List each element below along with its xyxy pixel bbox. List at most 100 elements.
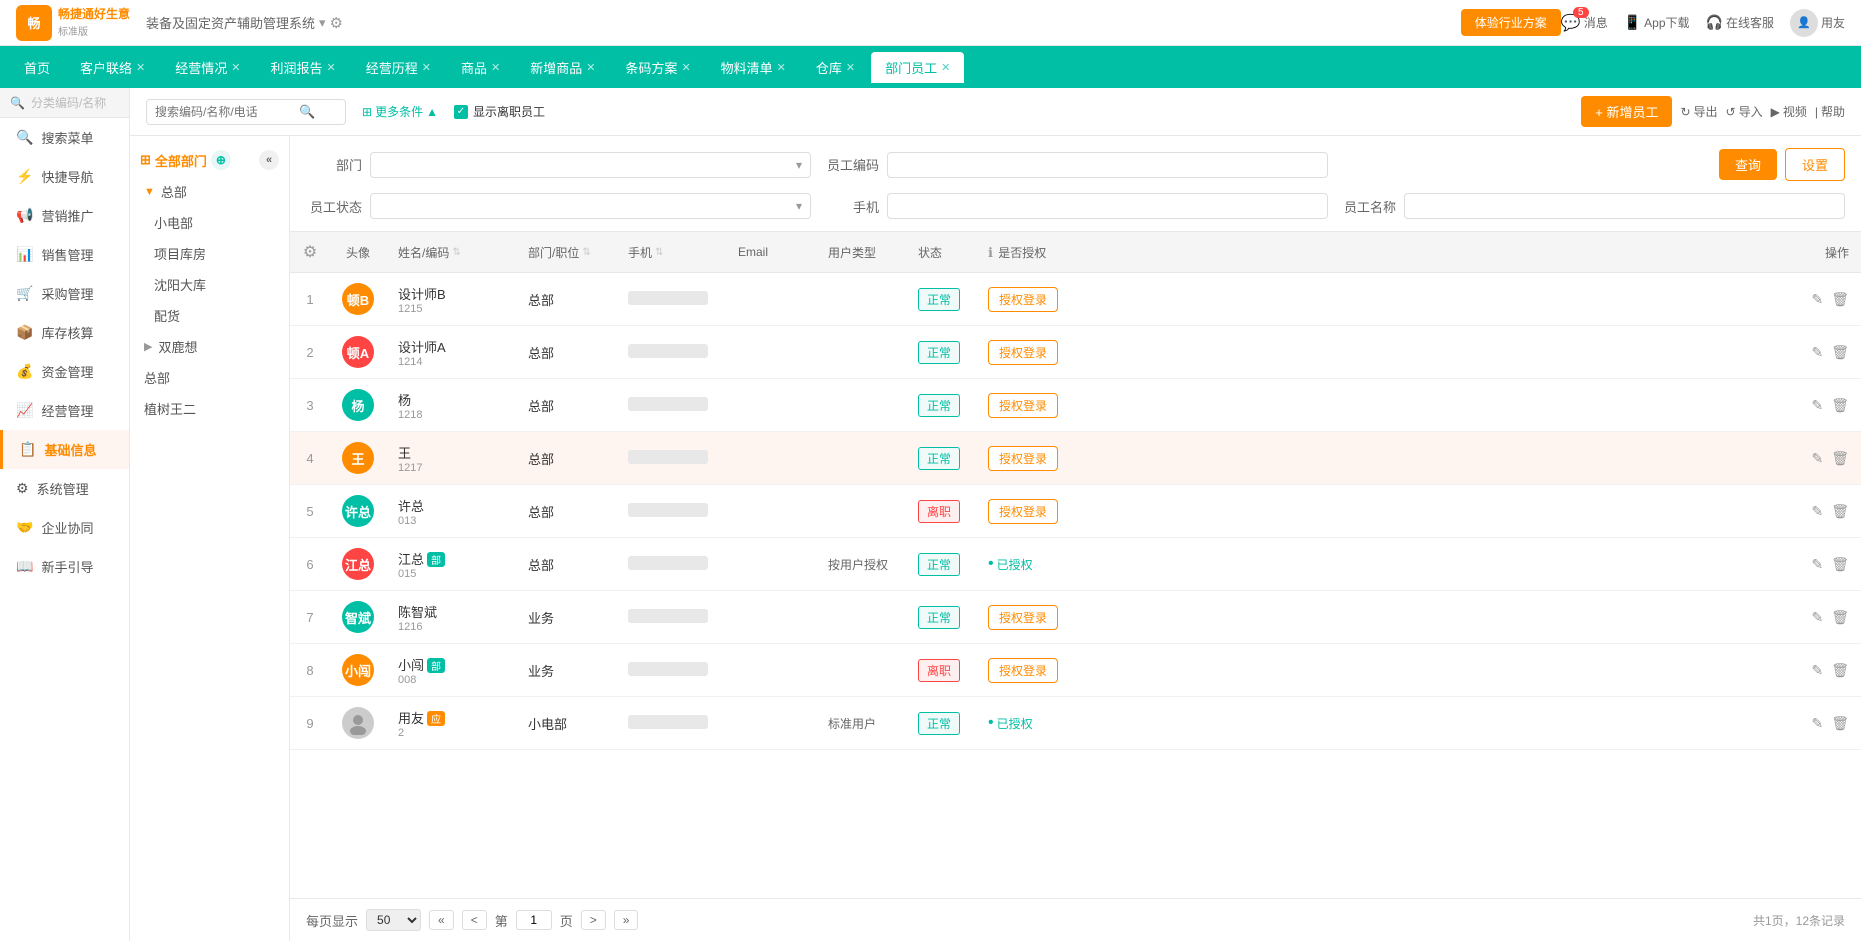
sidebar-item-marketing[interactable]: 📢 营销推广 — [0, 196, 129, 235]
tab-profit[interactable]: 利润报告 ✕ — [256, 52, 349, 83]
edit-icon[interactable]: ✎ — [1811, 291, 1823, 308]
import-btn[interactable]: ↺ 导入 — [1726, 103, 1763, 120]
sidebar-item-basicinfo[interactable]: 📋 基础信息 — [0, 430, 129, 469]
th-dept-sort[interactable]: 部门/职位 ⇅ — [528, 244, 604, 261]
dept-tree-header[interactable]: ⊞ 全部部门 ⊕ « — [130, 144, 289, 176]
tab-bom[interactable]: 物料清单 ✕ — [707, 52, 800, 83]
tab-dept-employee[interactable]: 部门员工 ✕ — [871, 52, 964, 83]
tab-goods-close[interactable]: ✕ — [491, 61, 500, 74]
delete-icon[interactable]: 🗑 — [1831, 291, 1849, 308]
help-btn[interactable]: | 帮助 — [1815, 103, 1845, 120]
delete-icon[interactable]: 🗑 — [1831, 556, 1849, 573]
search-icon[interactable]: 🔍 — [299, 104, 315, 120]
delete-icon[interactable]: 🗑 — [1831, 450, 1849, 467]
sidebar-item-quicknav[interactable]: ⚡ 快捷导航 — [0, 157, 129, 196]
dept-item-xbd[interactable]: 小电部 — [130, 207, 289, 238]
edit-icon[interactable]: ✎ — [1811, 503, 1823, 520]
delete-icon[interactable]: 🗑 — [1831, 715, 1849, 732]
tab-customer[interactable]: 客户联络 ✕ — [66, 52, 159, 83]
sidebar-item-search[interactable]: 🔍 搜索菜单 — [0, 118, 129, 157]
online-service-btn[interactable]: 🎧 在线客服 — [1706, 14, 1774, 31]
tab-dept-close[interactable]: ✕ — [941, 61, 950, 74]
sidebar-item-collab[interactable]: 🤝 企业协同 — [0, 508, 129, 547]
page-size-select[interactable]: 50 20 100 — [366, 909, 421, 931]
dept-item-shuanglu[interactable]: ▶ 双鹿想 — [130, 331, 289, 362]
all-dept-label[interactable]: 全部部门 — [155, 151, 207, 170]
tab-customer-close[interactable]: ✕ — [136, 61, 145, 74]
sidebar-item-sales[interactable]: 📊 销售管理 — [0, 235, 129, 274]
next-page-btn[interactable]: > — [581, 910, 606, 930]
edit-icon[interactable]: ✎ — [1811, 662, 1823, 679]
edit-icon[interactable]: ✎ — [1811, 556, 1823, 573]
edit-icon[interactable]: ✎ — [1811, 450, 1823, 467]
edit-icon[interactable]: ✎ — [1811, 397, 1823, 414]
filter-empcode-input[interactable] — [887, 152, 1328, 178]
search-input[interactable] — [155, 105, 295, 119]
system-dropdown-icon[interactable]: ▾ — [319, 15, 326, 31]
page-input[interactable] — [516, 910, 552, 930]
dept-edit-btn[interactable]: ⊕ — [211, 150, 231, 170]
tab-operation-close[interactable]: ✕ — [231, 61, 240, 74]
auth-btn[interactable]: 授权登录 — [988, 499, 1058, 524]
tab-add-goods[interactable]: 新增商品 ✕ — [516, 52, 609, 83]
add-employee-btn[interactable]: + 新增员工 — [1581, 96, 1672, 127]
auth-btn[interactable]: 授权登录 — [988, 658, 1058, 683]
export-btn[interactable]: ↻ 导出 — [1680, 103, 1717, 120]
tab-history-close[interactable]: ✕ — [422, 61, 431, 74]
tab-bom-close[interactable]: ✕ — [777, 61, 786, 74]
query-btn[interactable]: 查询 — [1719, 149, 1777, 180]
dept-item-shenyang[interactable]: 沈阳大库 — [130, 269, 289, 300]
dept-collapse-btn[interactable]: « — [259, 150, 279, 170]
tab-barcode[interactable]: 条码方案 ✕ — [611, 52, 704, 83]
trial-btn[interactable]: 体验行业方案 — [1461, 9, 1561, 36]
edit-icon[interactable]: ✎ — [1811, 344, 1823, 361]
sidebar-item-finance[interactable]: 💰 资金管理 — [0, 352, 129, 391]
view-btn[interactable]: ▶ 视频 — [1771, 103, 1807, 120]
tab-warehouse[interactable]: 仓库 ✕ — [802, 52, 869, 83]
sidebar-search[interactable]: 🔍 分类编码/名称 — [0, 88, 129, 118]
app-download-btn[interactable]: 📱 App下载 — [1624, 14, 1690, 31]
user-btn[interactable]: 👤 用友 — [1790, 9, 1845, 37]
auth-btn[interactable]: 授权登录 — [988, 340, 1058, 365]
tab-add-goods-close[interactable]: ✕ — [586, 61, 595, 74]
sidebar-item-bizmanage[interactable]: 📈 经营管理 — [0, 391, 129, 430]
dept-item-zhushu[interactable]: 植树王二 — [130, 393, 289, 424]
info-icon[interactable]: ℹ — [988, 245, 993, 260]
sidebar-item-sysmanage[interactable]: ⚙ 系统管理 — [0, 469, 129, 508]
delete-icon[interactable]: 🗑 — [1831, 503, 1849, 520]
settings-icon[interactable]: ⚙ — [303, 244, 317, 261]
filter-empname-input[interactable] — [1404, 193, 1845, 219]
sidebar-item-purchase[interactable]: 🛒 采购管理 — [0, 274, 129, 313]
sidebar-item-guide[interactable]: 📖 新手引导 — [0, 547, 129, 586]
th-name-sort[interactable]: 姓名/编码 ⇅ — [398, 244, 504, 261]
tab-profit-close[interactable]: ✕ — [327, 61, 336, 74]
filter-phone-input[interactable] — [887, 193, 1328, 219]
auth-btn[interactable]: 授权登录 — [988, 605, 1058, 630]
tab-goods[interactable]: 商品 ✕ — [447, 52, 514, 83]
dept-item-delivery[interactable]: 配货 — [130, 300, 289, 331]
delete-icon[interactable]: 🗑 — [1831, 609, 1849, 626]
delete-icon[interactable]: 🗑 — [1831, 397, 1849, 414]
show-resigned-checkbox[interactable]: ✓ — [454, 105, 468, 119]
tab-history[interactable]: 经营历程 ✕ — [352, 52, 445, 83]
more-filter-btn[interactable]: ⊞ 更多条件 ▲ — [354, 99, 446, 124]
auth-btn[interactable]: 授权登录 — [988, 393, 1058, 418]
last-page-btn[interactable]: » — [614, 910, 639, 930]
tab-barcode-close[interactable]: ✕ — [681, 61, 690, 74]
dept-item-head2[interactable]: 总部 — [130, 362, 289, 393]
edit-icon[interactable]: ✎ — [1811, 715, 1823, 732]
prev-page-btn[interactable]: < — [462, 910, 487, 930]
settings-gear[interactable]: ⚙ — [330, 14, 343, 32]
filter-status-select[interactable]: ▾ — [370, 193, 811, 219]
tab-operation[interactable]: 经营情况 ✕ — [161, 52, 254, 83]
auth-btn[interactable]: 授权登录 — [988, 287, 1058, 312]
set-btn[interactable]: 设置 — [1785, 148, 1845, 181]
dept-item-project[interactable]: 项目库房 — [130, 238, 289, 269]
sidebar-item-inventory[interactable]: 📦 库存核算 — [0, 313, 129, 352]
edit-icon[interactable]: ✎ — [1811, 609, 1823, 626]
filter-dept-select[interactable]: ▾ — [370, 152, 811, 178]
auth-btn[interactable]: 授权登录 — [988, 446, 1058, 471]
delete-icon[interactable]: 🗑 — [1831, 344, 1849, 361]
dept-item-head[interactable]: ▼ 总部 — [130, 176, 289, 207]
tab-home[interactable]: 首页 — [10, 52, 64, 83]
